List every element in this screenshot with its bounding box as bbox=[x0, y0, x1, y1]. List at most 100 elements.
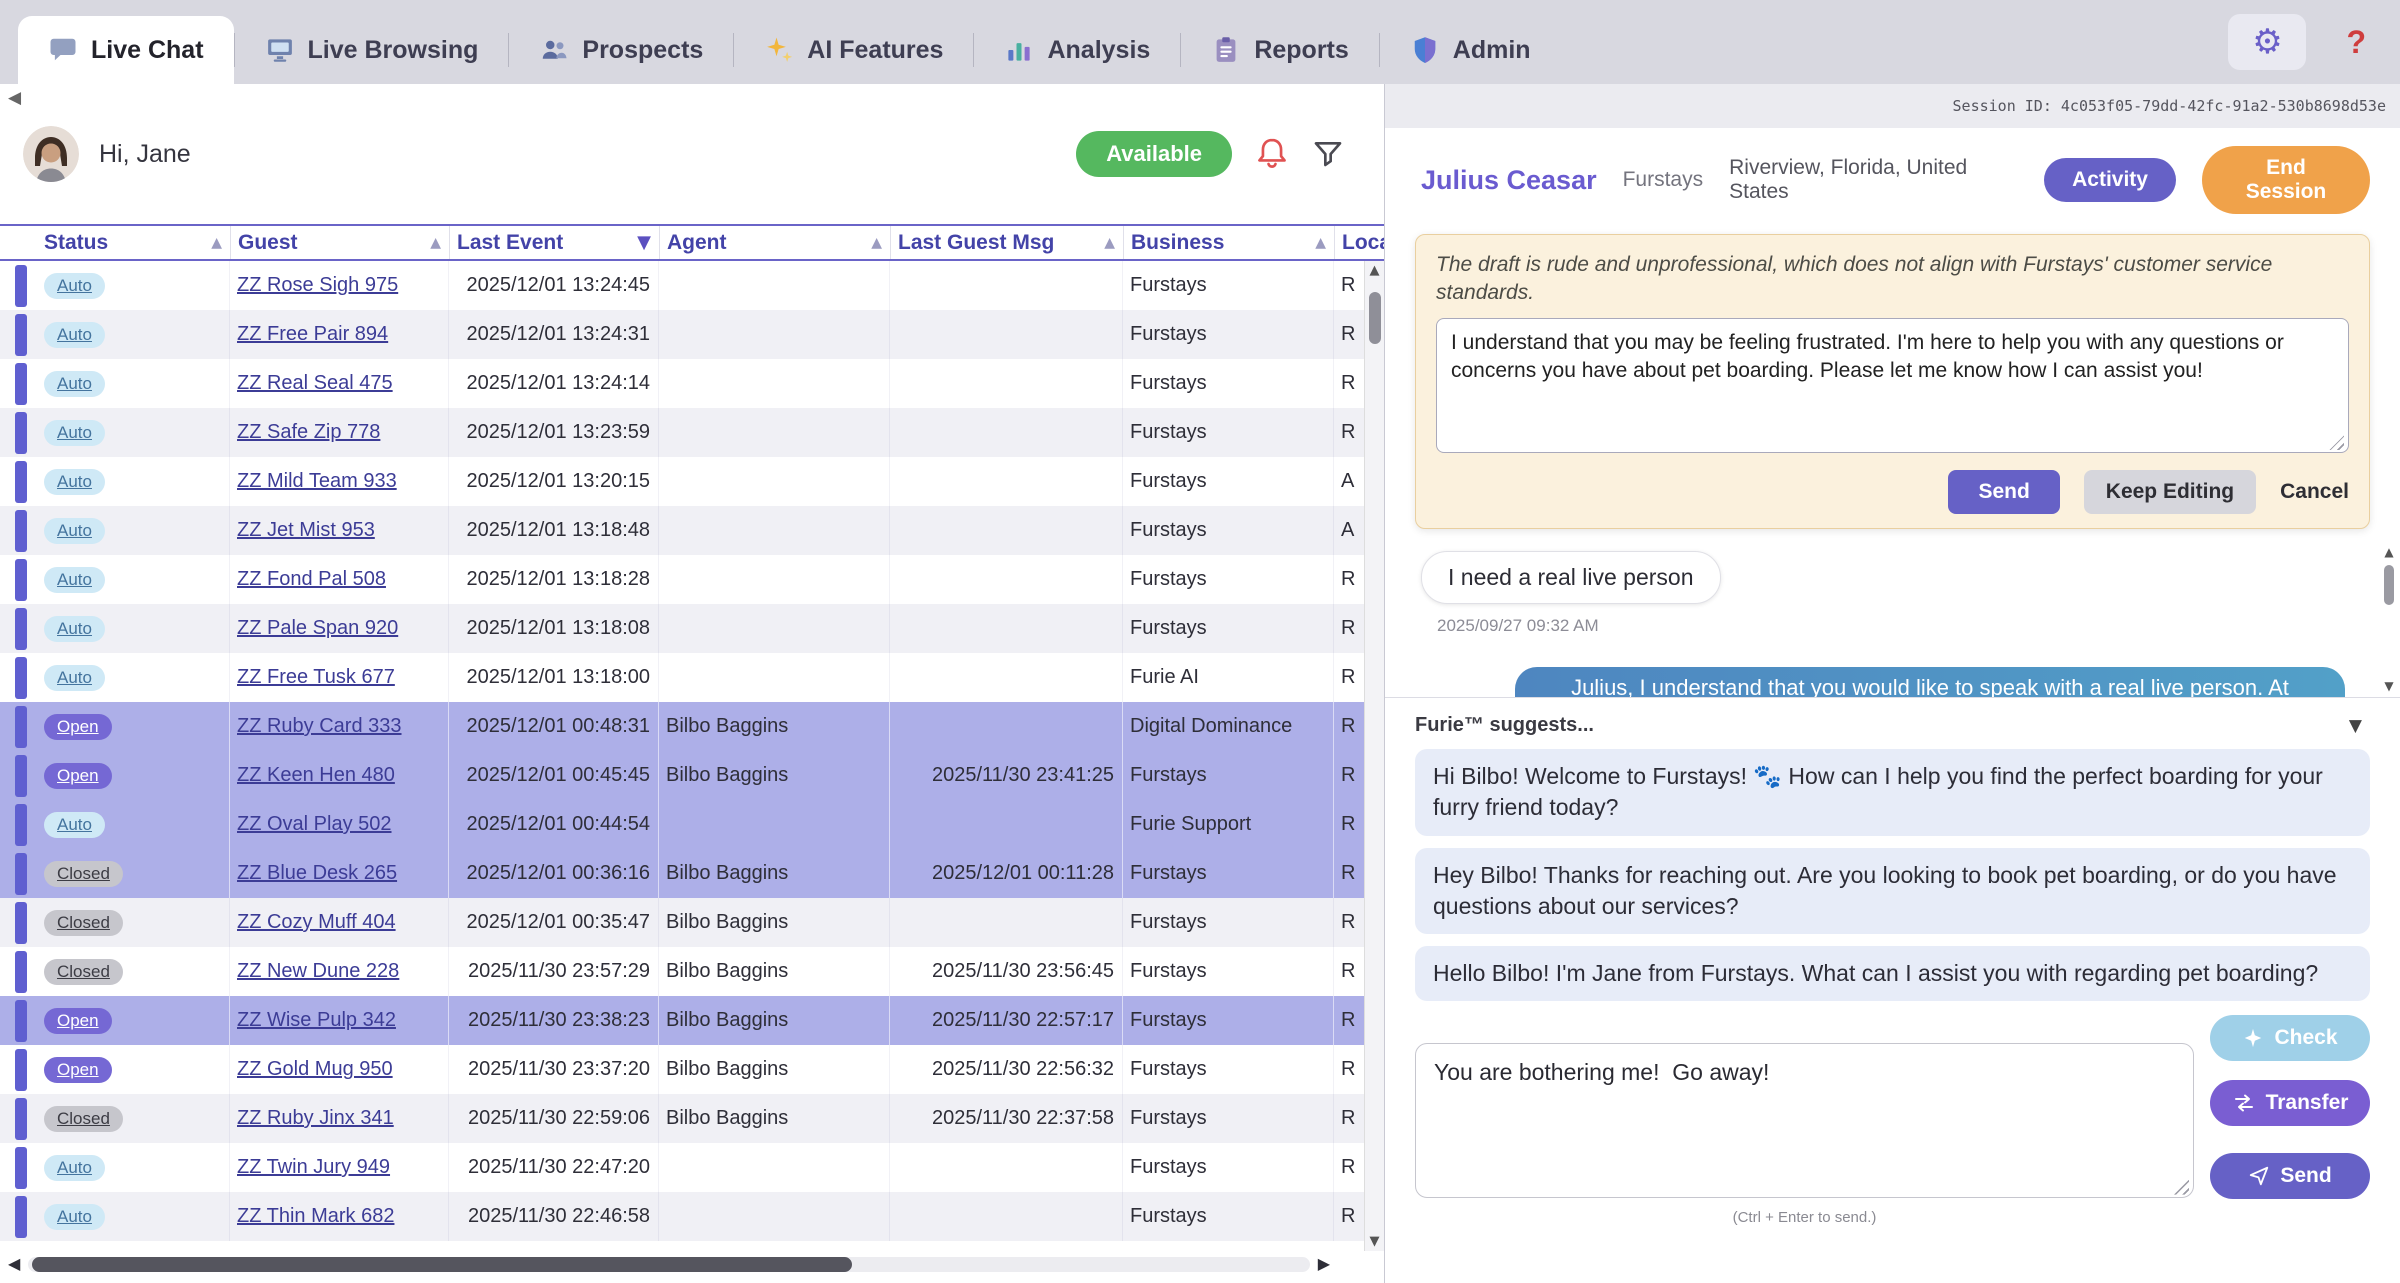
guest-link[interactable]: ZZ Mild Team 933 bbox=[237, 470, 397, 493]
table-row[interactable]: Open ZZ Ruby Card 333 2025/12/01 00:48:3… bbox=[0, 702, 1384, 751]
status-badge[interactable]: Open bbox=[44, 1057, 112, 1083]
suggestion-item[interactable]: Hey Bilbo! Thanks for reaching out. Are … bbox=[1415, 848, 2370, 934]
table-row[interactable]: Closed ZZ Blue Desk 265 2025/12/01 00:36… bbox=[0, 849, 1384, 898]
guest-link[interactable]: ZZ Safe Zip 778 bbox=[237, 421, 380, 444]
status-badge[interactable]: Auto bbox=[44, 812, 105, 838]
table-row[interactable]: Auto ZZ Oval Play 502 2025/12/01 00:44:5… bbox=[0, 800, 1384, 849]
status-badge[interactable]: Closed bbox=[44, 861, 123, 887]
chevron-down-icon[interactable]: ▼ bbox=[2349, 716, 2362, 736]
guest-link[interactable]: ZZ Jet Mist 953 bbox=[237, 519, 375, 542]
scrollbar-thumb[interactable] bbox=[2384, 565, 2394, 605]
table-row[interactable]: Auto ZZ Jet Mist 953 2025/12/01 13:18:48… bbox=[0, 506, 1384, 555]
filter-button[interactable] bbox=[1312, 138, 1344, 170]
column-header-last-guest-msg[interactable]: Last Guest Msg ▲ bbox=[890, 226, 1123, 259]
tab-ai-features[interactable]: AI Features bbox=[734, 16, 973, 84]
table-row[interactable]: Auto ZZ Twin Jury 949 2025/11/30 22:47:2… bbox=[0, 1143, 1384, 1192]
table-row[interactable]: Closed ZZ New Dune 228 2025/11/30 23:57:… bbox=[0, 947, 1384, 996]
guest-link[interactable]: ZZ Ruby Jinx 341 bbox=[237, 1107, 394, 1130]
guest-link[interactable]: ZZ New Dune 228 bbox=[237, 960, 399, 983]
status-badge[interactable]: Auto bbox=[44, 567, 105, 593]
table-vertical-scrollbar[interactable]: ▲ ▼ bbox=[1364, 261, 1384, 1251]
guest-link[interactable]: ZZ Oval Play 502 bbox=[237, 813, 392, 836]
table-row[interactable]: Auto ZZ Safe Zip 778 2025/12/01 13:23:59… bbox=[0, 408, 1384, 457]
suggestion-item[interactable]: Hello Bilbo! I'm Jane from Furstays. Wha… bbox=[1415, 946, 2370, 1001]
avatar[interactable] bbox=[23, 126, 79, 182]
column-header-business[interactable]: Business ▲ bbox=[1123, 226, 1334, 259]
status-badge[interactable]: Auto bbox=[44, 665, 105, 691]
table-row[interactable]: Auto ZZ Mild Team 933 2025/12/01 13:20:1… bbox=[0, 457, 1384, 506]
scrollbar-thumb[interactable] bbox=[1369, 292, 1381, 344]
tab-admin[interactable]: Admin bbox=[1380, 16, 1561, 84]
tab-prospects[interactable]: Prospects bbox=[509, 16, 733, 84]
status-badge[interactable]: Auto bbox=[44, 518, 105, 544]
message-input[interactable]: You are bothering me! Go away! bbox=[1415, 1043, 2194, 1198]
guest-link[interactable]: ZZ Thin Mark 682 bbox=[237, 1205, 394, 1228]
status-badge[interactable]: Open bbox=[44, 763, 112, 789]
guest-link[interactable]: ZZ Ruby Card 333 bbox=[237, 715, 402, 738]
scroll-down-icon[interactable]: ▼ bbox=[2384, 677, 2393, 695]
status-badge[interactable]: Auto bbox=[44, 371, 105, 397]
guest-link[interactable]: ZZ Real Seal 475 bbox=[237, 372, 393, 395]
guest-link[interactable]: ZZ Fond Pal 508 bbox=[237, 568, 386, 591]
guest-link[interactable]: ZZ Twin Jury 949 bbox=[237, 1156, 390, 1179]
table-row[interactable]: Closed ZZ Cozy Muff 404 2025/12/01 00:35… bbox=[0, 898, 1384, 947]
cancel-button[interactable]: Cancel bbox=[2280, 480, 2349, 504]
status-badge[interactable]: Closed bbox=[44, 910, 123, 936]
table-row[interactable]: Open ZZ Gold Mug 950 2025/11/30 23:37:20… bbox=[0, 1045, 1384, 1094]
tab-analysis[interactable]: Analysis bbox=[974, 16, 1180, 84]
table-row[interactable]: Auto ZZ Thin Mark 682 2025/11/30 22:46:5… bbox=[0, 1192, 1384, 1241]
availability-button[interactable]: Available bbox=[1076, 131, 1232, 177]
column-header-status[interactable]: Status ▲ bbox=[37, 226, 230, 259]
table-row[interactable]: Open ZZ Wise Pulp 342 2025/11/30 23:38:2… bbox=[0, 996, 1384, 1045]
status-badge[interactable]: Auto bbox=[44, 322, 105, 348]
status-badge[interactable]: Auto bbox=[44, 1204, 105, 1230]
help-button[interactable]: ? bbox=[2346, 24, 2366, 61]
table-row[interactable]: Auto ZZ Free Pair 894 2025/12/01 13:24:3… bbox=[0, 310, 1384, 359]
send-draft-button[interactable]: Send bbox=[1948, 470, 2059, 514]
table-row[interactable]: Open ZZ Keen Hen 480 2025/12/01 00:45:45… bbox=[0, 751, 1384, 800]
guest-link[interactable]: ZZ Keen Hen 480 bbox=[237, 764, 395, 787]
guest-link[interactable]: ZZ Rose Sigh 975 bbox=[237, 274, 398, 297]
chat-vertical-scrollbar[interactable]: ▲ ▼ bbox=[2380, 543, 2398, 695]
scroll-down-icon[interactable]: ▼ bbox=[1370, 1232, 1380, 1251]
notifications-button[interactable] bbox=[1252, 134, 1292, 174]
scrollbar-track[interactable] bbox=[28, 1257, 1309, 1272]
guest-link[interactable]: ZZ Cozy Muff 404 bbox=[237, 911, 396, 934]
column-header-agent[interactable]: Agent ▲ bbox=[659, 226, 890, 259]
collapse-panel-icon[interactable]: ◀ bbox=[8, 88, 21, 108]
guest-link[interactable]: ZZ Free Tusk 677 bbox=[237, 666, 395, 689]
guest-link[interactable]: ZZ Blue Desk 265 bbox=[237, 862, 397, 885]
end-session-button[interactable]: End Session bbox=[2202, 146, 2370, 214]
table-row[interactable]: Auto ZZ Real Seal 475 2025/12/01 13:24:1… bbox=[0, 359, 1384, 408]
scroll-up-icon[interactable]: ▲ bbox=[2384, 543, 2393, 561]
column-header-last-event[interactable]: Last Event ▼ bbox=[449, 226, 659, 259]
status-badge[interactable]: Auto bbox=[44, 420, 105, 446]
status-badge[interactable]: Open bbox=[44, 1008, 112, 1034]
scroll-left-icon[interactable]: ◀ bbox=[8, 1253, 20, 1275]
guest-link[interactable]: ZZ Free Pair 894 bbox=[237, 323, 388, 346]
table-row[interactable]: Auto ZZ Pale Span 920 2025/12/01 13:18:0… bbox=[0, 604, 1384, 653]
table-row[interactable]: Auto ZZ Free Tusk 677 2025/12/01 13:18:0… bbox=[0, 653, 1384, 702]
status-badge[interactable]: Auto bbox=[44, 1155, 105, 1181]
table-row[interactable]: Auto ZZ Rose Sigh 975 2025/12/01 13:24:4… bbox=[0, 261, 1384, 310]
check-button[interactable]: Check bbox=[2210, 1015, 2370, 1061]
table-horizontal-scrollbar[interactable]: ◀ ▶ bbox=[0, 1251, 1384, 1277]
column-header-location[interactable]: Location bbox=[1334, 226, 1384, 259]
tab-live-browsing[interactable]: Live Browsing bbox=[235, 16, 509, 84]
settings-button[interactable]: ⚙ bbox=[2228, 14, 2306, 70]
draft-textarea[interactable]: I understand that you may be feeling fru… bbox=[1436, 318, 2349, 453]
status-badge[interactable]: Closed bbox=[44, 1106, 123, 1132]
status-badge[interactable]: Auto bbox=[44, 469, 105, 495]
transfer-button[interactable]: Transfer bbox=[2210, 1080, 2370, 1126]
tab-reports[interactable]: Reports bbox=[1181, 16, 1378, 84]
guest-link[interactable]: ZZ Gold Mug 950 bbox=[237, 1058, 393, 1081]
guest-link[interactable]: ZZ Pale Span 920 bbox=[237, 617, 398, 640]
scroll-up-icon[interactable]: ▲ bbox=[1370, 261, 1380, 280]
activity-button[interactable]: Activity bbox=[2044, 158, 2176, 202]
status-badge[interactable]: Closed bbox=[44, 959, 123, 985]
keep-editing-button[interactable]: Keep Editing bbox=[2084, 470, 2256, 514]
scrollbar-thumb[interactable] bbox=[32, 1257, 852, 1272]
status-badge[interactable]: Open bbox=[44, 714, 112, 740]
suggestion-item[interactable]: Hi Bilbo! Welcome to Furstays! 🐾 How can… bbox=[1415, 749, 2370, 835]
scroll-right-icon[interactable]: ▶ bbox=[1318, 1253, 1330, 1275]
